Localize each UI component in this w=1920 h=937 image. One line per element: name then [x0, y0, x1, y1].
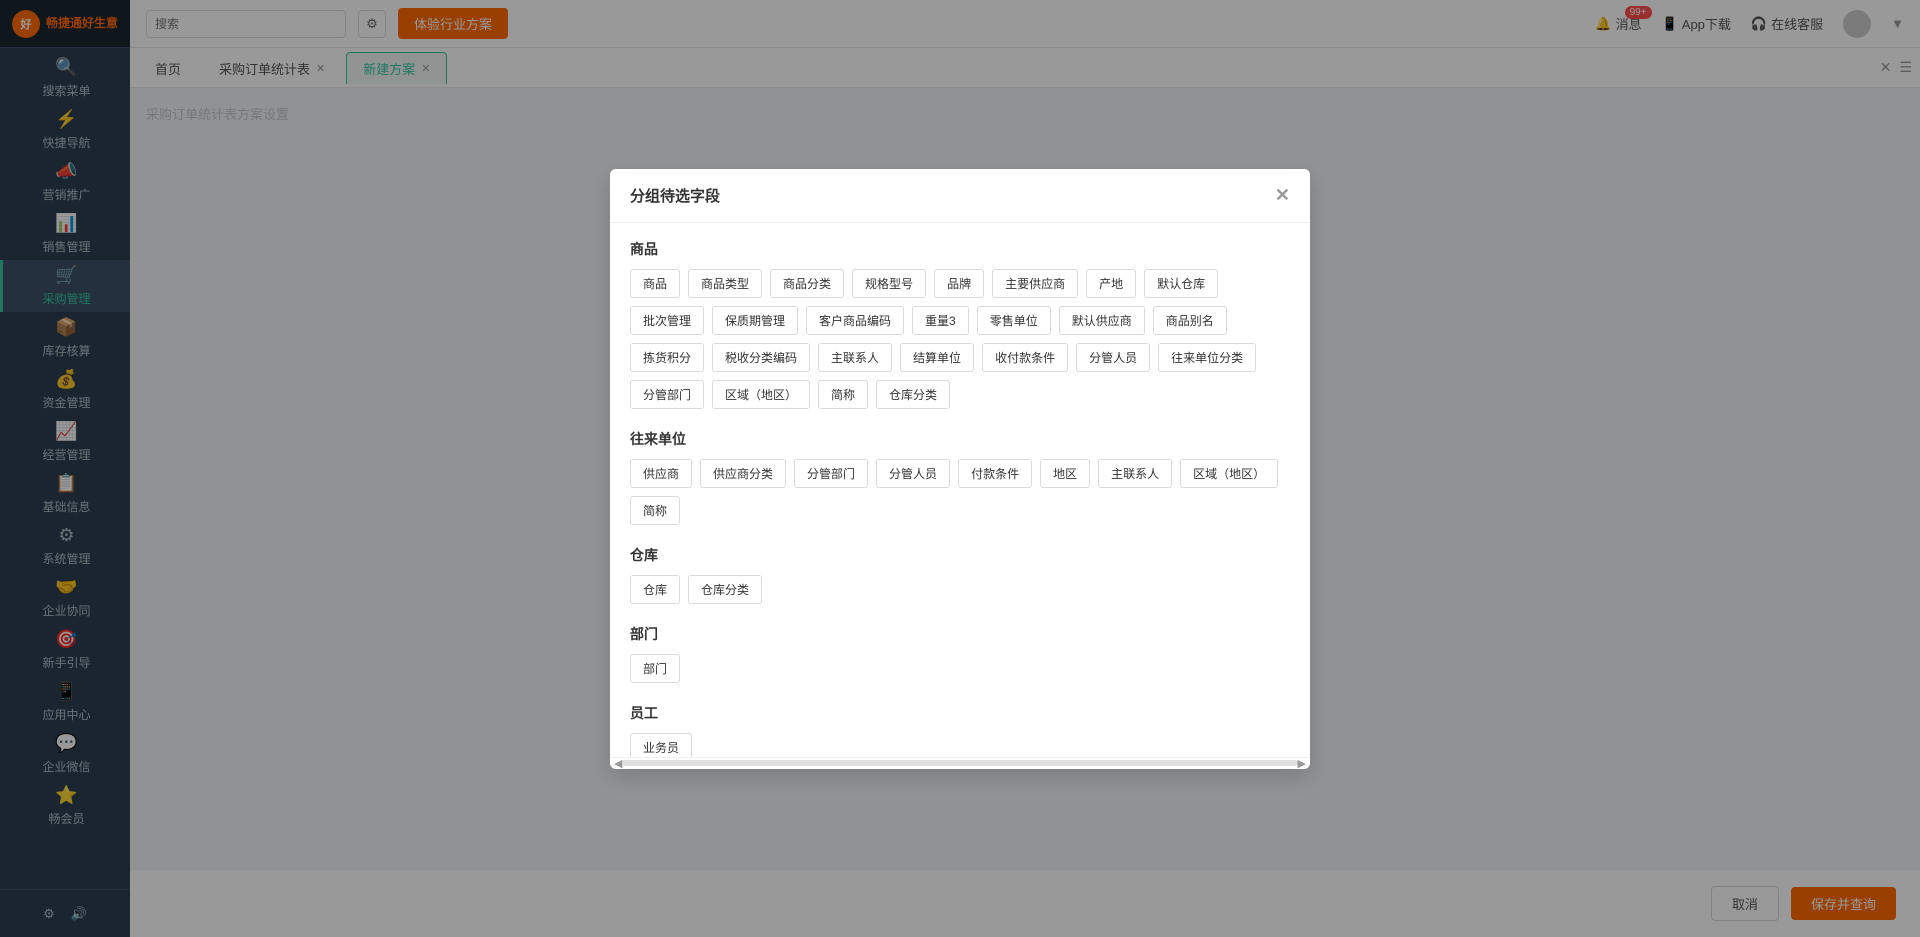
field-tag-主联系人[interactable]: 主联系人 — [1098, 459, 1172, 488]
field-tag-地区[interactable]: 地区 — [1040, 459, 1090, 488]
field-tag-税收分类编码[interactable]: 税收分类编码 — [712, 343, 810, 372]
field-tag-规格型号[interactable]: 规格型号 — [852, 269, 926, 298]
field-tag-分管部门[interactable]: 分管部门 — [630, 380, 704, 409]
field-tag-部门[interactable]: 部门 — [630, 654, 680, 683]
field-tag-供应商[interactable]: 供应商 — [630, 459, 692, 488]
modal: 分组待选字段 ✕ 商品商品商品类型商品分类规格型号品牌主要供应商产地默认仓库批次… — [610, 169, 1310, 769]
field-tag-主联系人[interactable]: 主联系人 — [818, 343, 892, 372]
scroll-left-arrow[interactable]: ◀ — [614, 757, 622, 770]
field-tag-重量3[interactable]: 重量3 — [912, 306, 969, 335]
field-section-warehouse: 仓库仓库仓库分类 — [630, 545, 1290, 604]
scroll-right-arrow[interactable]: ▶ — [1298, 757, 1306, 770]
field-tag-供应商分类[interactable]: 供应商分类 — [700, 459, 786, 488]
field-section-title-partner: 往来单位 — [630, 429, 1290, 449]
field-tag-默认供应商[interactable]: 默认供应商 — [1059, 306, 1145, 335]
field-tag-结算单位[interactable]: 结算单位 — [900, 343, 974, 372]
field-tag-区域（地区）[interactable]: 区域（地区） — [1180, 459, 1278, 488]
field-section-department: 部门部门 — [630, 624, 1290, 683]
modal-body[interactable]: 商品商品商品类型商品分类规格型号品牌主要供应商产地默认仓库批次管理保质期管理客户… — [610, 223, 1310, 757]
field-section-employee: 员工业务员 — [630, 703, 1290, 757]
field-section-partner: 往来单位供应商供应商分类分管部门分管人员付款条件地区主联系人区域（地区） 简称 — [630, 429, 1290, 525]
modal-horizontal-scrollbar[interactable]: ◀ ▶ — [610, 757, 1310, 769]
field-tag-拣货积分[interactable]: 拣货积分 — [630, 343, 704, 372]
field-tag-商品分类[interactable]: 商品分类 — [770, 269, 844, 298]
modal-overlay: 分组待选字段 ✕ 商品商品商品类型商品分类规格型号品牌主要供应商产地默认仓库批次… — [0, 0, 1920, 937]
field-tags-warehouse: 仓库仓库分类 — [630, 575, 1290, 604]
field-tag-产地[interactable]: 产地 — [1086, 269, 1136, 298]
field-tag-简称[interactable]: 简称 — [630, 496, 680, 525]
field-tag-商品别名[interactable]: 商品别名 — [1153, 306, 1227, 335]
field-tag-商品[interactable]: 商品 — [630, 269, 680, 298]
field-tag-往来单位分类[interactable]: 往来单位分类 — [1158, 343, 1256, 372]
field-tags-product: 商品商品类型商品分类规格型号品牌主要供应商产地默认仓库批次管理保质期管理客户商品… — [630, 269, 1290, 409]
field-tag-主要供应商[interactable]: 主要供应商 — [992, 269, 1078, 298]
field-tag-默认仓库[interactable]: 默认仓库 — [1144, 269, 1218, 298]
field-tag-付款条件[interactable]: 付款条件 — [958, 459, 1032, 488]
field-section-title-employee: 员工 — [630, 703, 1290, 723]
field-tag-分管部门[interactable]: 分管部门 — [794, 459, 868, 488]
field-tag-简称[interactable]: 简称 — [818, 380, 868, 409]
field-tag-业务员[interactable]: 业务员 — [630, 733, 692, 757]
modal-header: 分组待选字段 ✕ — [610, 169, 1310, 223]
field-tag-品牌[interactable]: 品牌 — [934, 269, 984, 298]
field-tags-partner: 供应商供应商分类分管部门分管人员付款条件地区主联系人区域（地区） 简称 — [630, 459, 1290, 525]
modal-title: 分组待选字段 — [630, 185, 720, 206]
field-tag-保质期管理[interactable]: 保质期管理 — [712, 306, 798, 335]
field-tag-分管人员[interactable]: 分管人员 — [876, 459, 950, 488]
field-tag-收付款条件[interactable]: 收付款条件 — [982, 343, 1068, 372]
field-tag-零售单位[interactable]: 零售单位 — [977, 306, 1051, 335]
field-tags-department: 部门 — [630, 654, 1290, 683]
field-tag-区域（地区）[interactable]: 区域（地区） — [712, 380, 810, 409]
field-section-product: 商品商品商品类型商品分类规格型号品牌主要供应商产地默认仓库批次管理保质期管理客户… — [630, 239, 1290, 409]
field-tag-客户商品编码[interactable]: 客户商品编码 — [806, 306, 904, 335]
modal-close-button[interactable]: ✕ — [1275, 185, 1290, 206]
field-tag-仓库分类[interactable]: 仓库分类 — [688, 575, 762, 604]
field-section-title-department: 部门 — [630, 624, 1290, 644]
field-tag-商品类型[interactable]: 商品类型 — [688, 269, 762, 298]
field-tag-批次管理[interactable]: 批次管理 — [630, 306, 704, 335]
field-tags-employee: 业务员 — [630, 733, 1290, 757]
field-tag-仓库分类[interactable]: 仓库分类 — [876, 380, 950, 409]
hscroll-track[interactable] — [622, 760, 1297, 766]
field-tag-仓库[interactable]: 仓库 — [630, 575, 680, 604]
field-section-title-warehouse: 仓库 — [630, 545, 1290, 565]
field-section-title-product: 商品 — [630, 239, 1290, 259]
field-tag-分管人员[interactable]: 分管人员 — [1076, 343, 1150, 372]
